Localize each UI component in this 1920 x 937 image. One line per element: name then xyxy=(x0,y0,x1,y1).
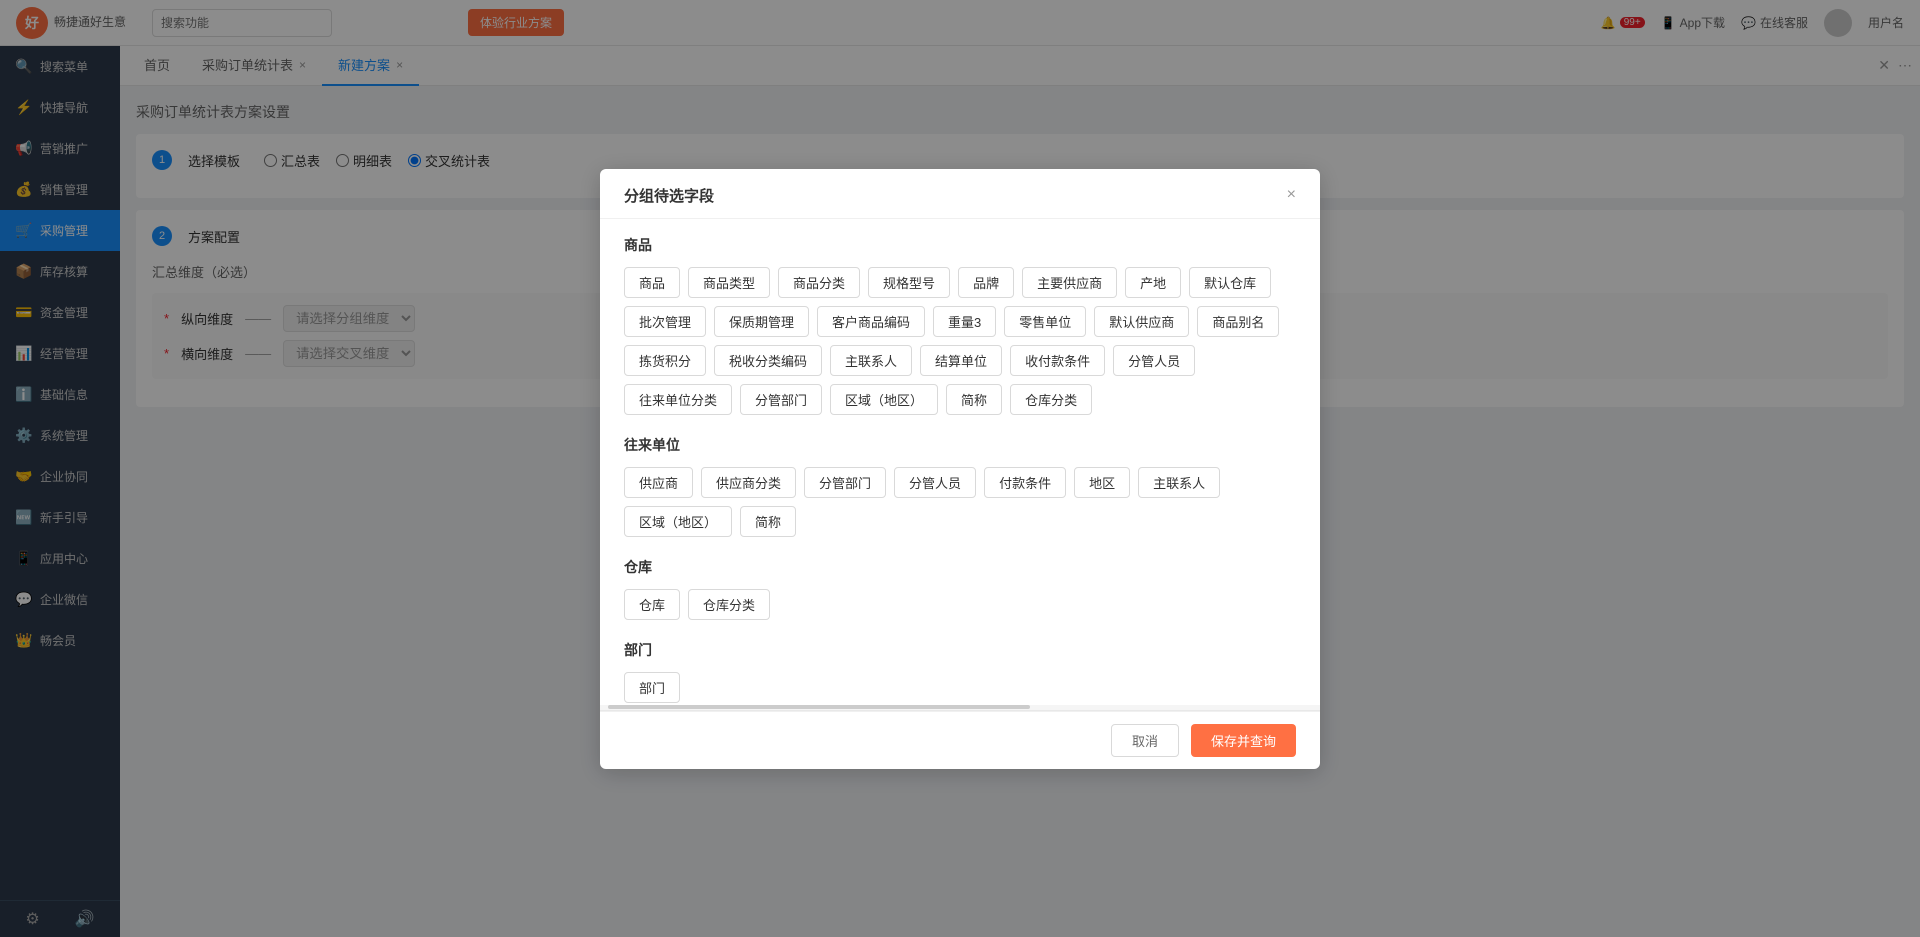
field-tag-partner-category[interactable]: 往来单位分类 xyxy=(624,384,732,415)
modal-overlay: 分组待选字段 × 商品 商品 商品类型 商品分类 规格型号 品牌 主要供应商 产… xyxy=(0,0,1920,937)
field-tag-warehouse-cat[interactable]: 仓库分类 xyxy=(688,589,770,620)
field-tag-dept[interactable]: 分管部门 xyxy=(740,384,822,415)
field-tag-short-name[interactable]: 简称 xyxy=(946,384,1002,415)
field-tag-pick-points[interactable]: 拣货积分 xyxy=(624,345,706,376)
field-group-product-title: 商品 xyxy=(624,235,1296,255)
field-tag-region[interactable]: 区域（地区） xyxy=(830,384,938,415)
field-tag-warehouse-category[interactable]: 仓库分类 xyxy=(1010,384,1092,415)
confirm-button[interactable]: 保存并查询 xyxy=(1191,724,1296,757)
field-group-partner: 往来单位 供应商 供应商分类 分管部门 分管人员 付款条件 地区 主联系人 区域… xyxy=(624,435,1296,537)
field-group-warehouse: 仓库 仓库 仓库分类 xyxy=(624,557,1296,620)
field-tag-product[interactable]: 商品 xyxy=(624,267,680,298)
field-tag-settlement-unit[interactable]: 结算单位 xyxy=(920,345,1002,376)
field-tag-batch[interactable]: 批次管理 xyxy=(624,306,706,337)
field-selection-modal: 分组待选字段 × 商品 商品 商品类型 商品分类 规格型号 品牌 主要供应商 产… xyxy=(600,169,1320,769)
modal-close-button[interactable]: × xyxy=(1287,186,1296,204)
field-tag-warehouse[interactable]: 仓库 xyxy=(624,589,680,620)
field-tag-origin[interactable]: 产地 xyxy=(1125,267,1181,298)
modal-header: 分组待选字段 × xyxy=(600,169,1320,219)
field-group-department-title: 部门 xyxy=(624,640,1296,660)
field-tag-default-warehouse[interactable]: 默认仓库 xyxy=(1189,267,1271,298)
field-tag-partner-dept[interactable]: 分管部门 xyxy=(804,467,886,498)
field-tag-payment-condition[interactable]: 付款条件 xyxy=(984,467,1066,498)
field-group-warehouse-title: 仓库 xyxy=(624,557,1296,577)
cancel-button[interactable]: 取消 xyxy=(1111,724,1179,757)
field-tag-default-supplier[interactable]: 默认供应商 xyxy=(1094,306,1189,337)
field-tag-partner-supervisor[interactable]: 分管人员 xyxy=(894,467,976,498)
field-group-department: 部门 部门 xyxy=(624,640,1296,703)
field-tag-tax-code[interactable]: 税收分类编码 xyxy=(714,345,822,376)
field-tag-retail-unit[interactable]: 零售单位 xyxy=(1004,306,1086,337)
field-group-product: 商品 商品 商品类型 商品分类 规格型号 品牌 主要供应商 产地 默认仓库 批次… xyxy=(624,235,1296,415)
field-tag-weight[interactable]: 重量3 xyxy=(933,306,996,337)
field-tag-expiry[interactable]: 保质期管理 xyxy=(714,306,809,337)
field-tag-alias[interactable]: 商品别名 xyxy=(1197,306,1279,337)
field-tag-department[interactable]: 部门 xyxy=(624,672,680,703)
field-tag-brand[interactable]: 品牌 xyxy=(958,267,1014,298)
field-tag-product-type[interactable]: 商品类型 xyxy=(688,267,770,298)
field-tag-partner-region[interactable]: 区域（地区） xyxy=(624,506,732,537)
field-tag-partner-contact[interactable]: 主联系人 xyxy=(1138,467,1220,498)
field-tag-spec-model[interactable]: 规格型号 xyxy=(868,267,950,298)
partner-field-tags: 供应商 供应商分类 分管部门 分管人员 付款条件 地区 主联系人 区域（地区） … xyxy=(624,467,1296,537)
field-tag-payment-terms[interactable]: 收付款条件 xyxy=(1010,345,1105,376)
field-group-partner-title: 往来单位 xyxy=(624,435,1296,455)
field-tag-main-supplier[interactable]: 主要供应商 xyxy=(1022,267,1117,298)
warehouse-field-tags: 仓库 仓库分类 xyxy=(624,589,1296,620)
department-field-tags: 部门 xyxy=(624,672,1296,703)
product-field-tags: 商品 商品类型 商品分类 规格型号 品牌 主要供应商 产地 默认仓库 批次管理 … xyxy=(624,267,1296,415)
field-tag-area[interactable]: 地区 xyxy=(1074,467,1130,498)
field-tag-supervisor[interactable]: 分管人员 xyxy=(1113,345,1195,376)
field-tag-partner-shortname[interactable]: 简称 xyxy=(740,506,796,537)
field-tag-supplier[interactable]: 供应商 xyxy=(624,467,693,498)
field-tag-supplier-category[interactable]: 供应商分类 xyxy=(701,467,796,498)
field-tag-main-contact[interactable]: 主联系人 xyxy=(830,345,912,376)
modal-title: 分组待选字段 xyxy=(624,185,714,206)
field-tag-customer-code[interactable]: 客户商品编码 xyxy=(817,306,925,337)
modal-footer: 取消 保存并查询 xyxy=(600,711,1320,769)
modal-body: 商品 商品 商品类型 商品分类 规格型号 品牌 主要供应商 产地 默认仓库 批次… xyxy=(600,219,1320,706)
field-tag-product-category[interactable]: 商品分类 xyxy=(778,267,860,298)
